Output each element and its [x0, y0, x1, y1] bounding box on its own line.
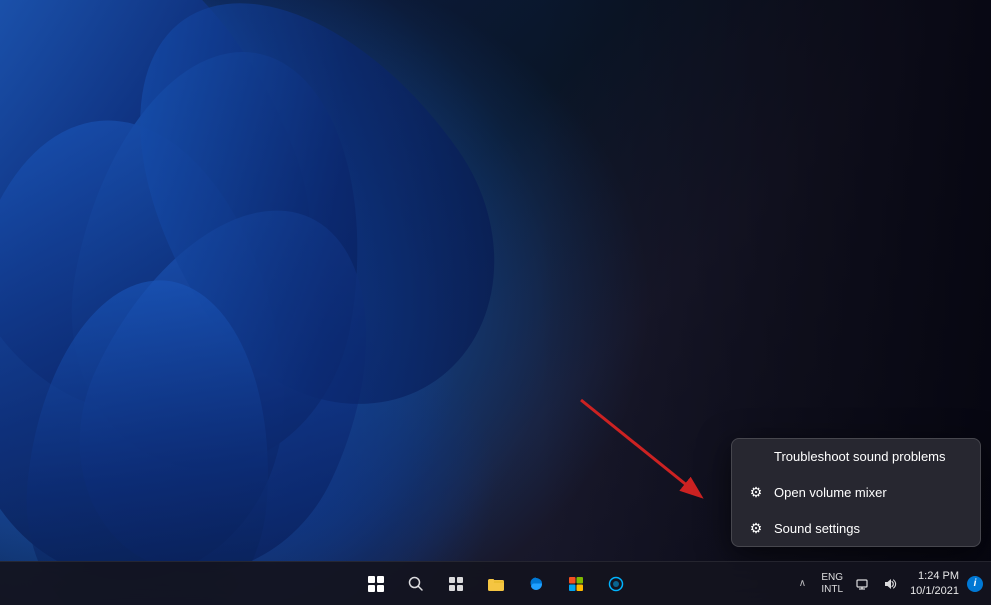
- edge-browser-button[interactable]: [518, 566, 554, 602]
- file-explorer-icon: [487, 576, 505, 592]
- taskbar-right: ∧ ENG INTL: [790, 569, 983, 598]
- gear-icon-volume: ⚙: [748, 484, 764, 500]
- cortana-icon: [608, 576, 624, 592]
- clock-time: 1:24 PM: [918, 569, 959, 583]
- microsoft-store-button[interactable]: [558, 566, 594, 602]
- menu-item-volume-mixer[interactable]: ⚙ Open volume mixer: [732, 474, 980, 510]
- taskbar: ∧ ENG INTL: [0, 561, 991, 605]
- chevron-up-icon: ∧: [799, 578, 806, 589]
- clock-date: 10/1/2021: [910, 584, 959, 598]
- network-icon: [855, 577, 869, 591]
- context-menu: Troubleshoot sound problems ⚙ Open volum…: [731, 438, 981, 547]
- windows-logo-icon: [368, 576, 384, 592]
- taskbar-center: [358, 566, 634, 602]
- task-view-button[interactable]: [438, 566, 474, 602]
- desktop: Troubleshoot sound problems ⚙ Open volum…: [0, 0, 991, 605]
- language-indicator[interactable]: ENG INTL: [818, 572, 846, 596]
- lang-bot: INTL: [821, 584, 843, 596]
- network-tray-button[interactable]: [850, 572, 874, 596]
- edge-icon: [528, 576, 544, 592]
- speaker-tray-button[interactable]: [878, 572, 902, 596]
- notification-icon[interactable]: i: [967, 576, 983, 592]
- start-button[interactable]: [358, 566, 394, 602]
- task-view-icon: [448, 576, 464, 592]
- file-explorer-button[interactable]: [478, 566, 514, 602]
- menu-item-sound-settings[interactable]: ⚙ Sound settings: [732, 510, 980, 546]
- search-icon: [408, 576, 424, 592]
- tray-chevron[interactable]: ∧: [790, 572, 814, 596]
- cortana-button[interactable]: [598, 566, 634, 602]
- lang-top: ENG: [821, 572, 843, 584]
- search-button[interactable]: [398, 566, 434, 602]
- menu-item-troubleshoot[interactable]: Troubleshoot sound problems: [732, 439, 980, 474]
- volume-mixer-label: Open volume mixer: [774, 485, 887, 500]
- system-clock[interactable]: 1:24 PM 10/1/2021: [906, 569, 963, 598]
- gear-icon-sound: ⚙: [748, 520, 764, 536]
- troubleshoot-label: Troubleshoot sound problems: [774, 449, 946, 464]
- store-icon: [568, 576, 584, 592]
- speaker-icon: [883, 577, 897, 591]
- sound-settings-label: Sound settings: [774, 521, 860, 536]
